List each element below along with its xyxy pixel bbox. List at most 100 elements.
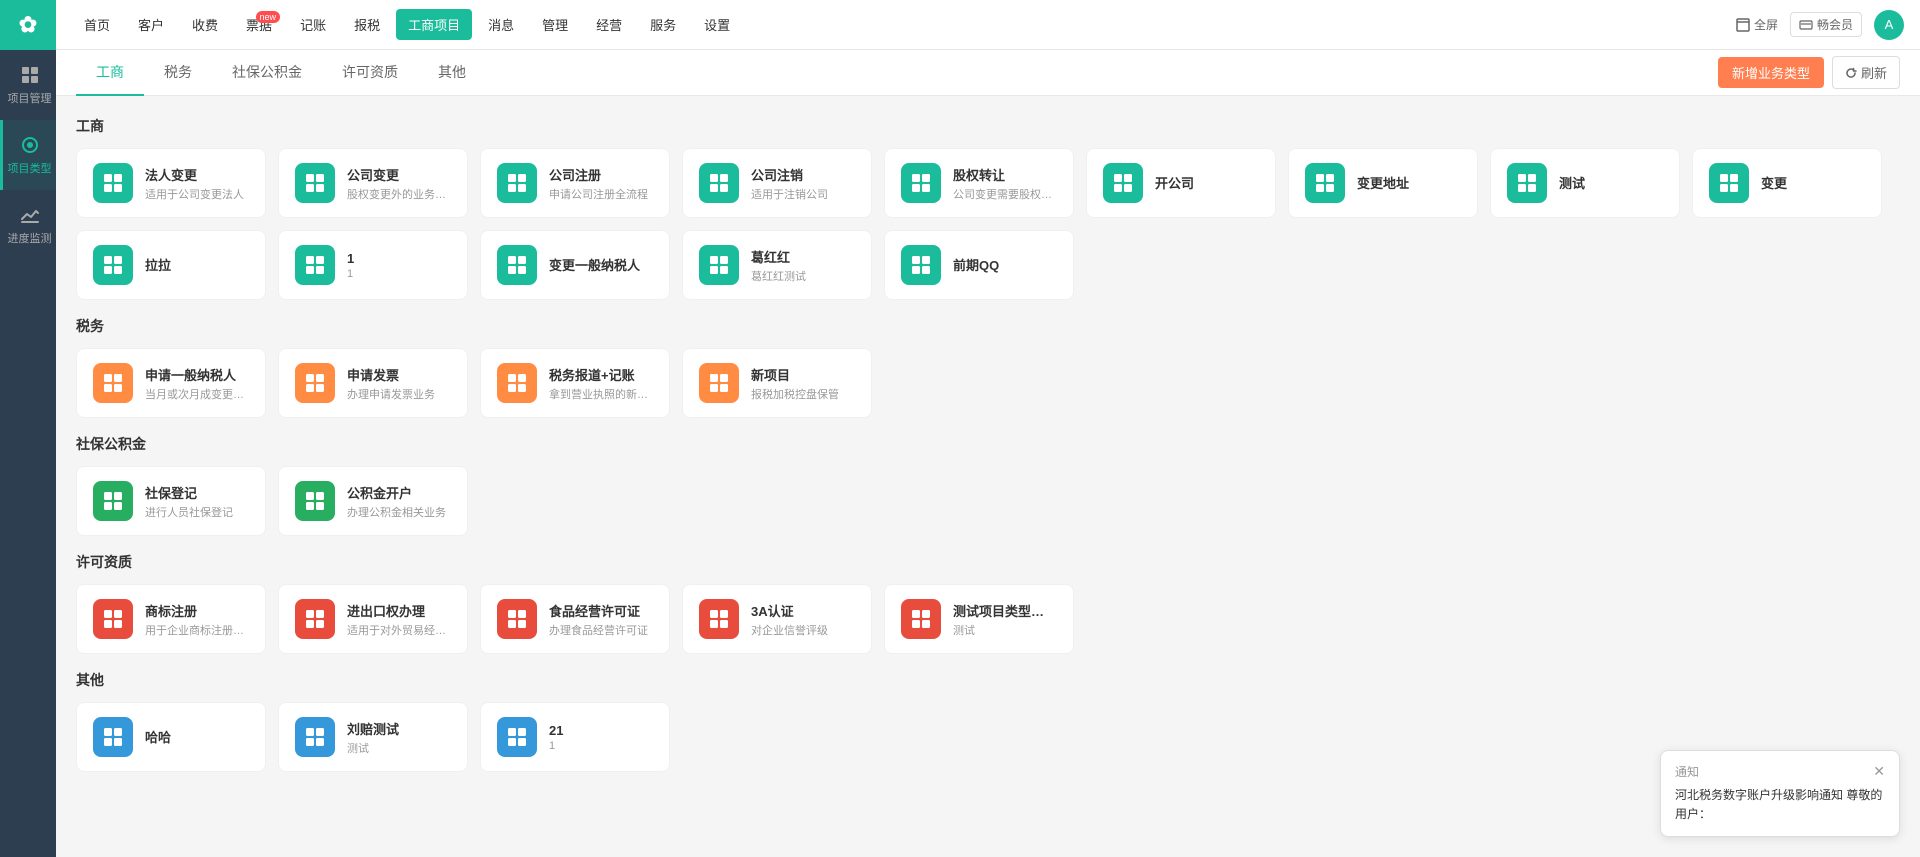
card-info-liupei-ceshi: 刘赔测试测试: [347, 719, 451, 756]
notif-header: 通知 ✕: [1675, 763, 1885, 780]
card-one[interactable]: 11: [278, 230, 468, 300]
card-desc-gongsi-biangeng: 股权变更外的业务变更: [347, 186, 451, 202]
notif-text: 河北税务数字账户升级影响通知 尊敬的用户：: [1675, 786, 1885, 824]
card-biangeng-yiban[interactable]: 变更一般纳税人: [480, 230, 670, 300]
card-shebao-dengji[interactable]: 社保登记进行人员社保登记: [76, 466, 266, 536]
tab-gongshang[interactable]: 工商: [76, 50, 144, 96]
card-qianqi-qq[interactable]: 前期QQ: [884, 230, 1074, 300]
notif-label: 通知: [1675, 763, 1699, 780]
card-info-shipin-jingying: 食品经营许可证办理食品经营许可证: [549, 601, 653, 638]
card-name-gongsi-zhuce: 公司注册: [549, 165, 653, 184]
progress-monitor-icon: [19, 204, 41, 226]
card-shuiwu-baodao[interactable]: 税务报道+记账拿到营业执照的新公司: [480, 348, 670, 418]
card-gongsi-zhuxiao[interactable]: 公司注销适用于注销公司: [682, 148, 872, 218]
card-ceshi-xiangmu[interactable]: 测试项目类型目定义测试: [884, 584, 1074, 654]
notif-close-button[interactable]: ✕: [1873, 763, 1885, 780]
card-liupei-ceshi[interactable]: 刘赔测试测试: [278, 702, 468, 772]
card-info-twentyone: 211: [549, 723, 653, 752]
card-info-biangeng-dizhi: 变更地址: [1357, 173, 1461, 194]
card-biangeng2[interactable]: 变更: [1692, 148, 1882, 218]
notification-bubble: 通知 ✕ 河北税务数字账户升级影响通知 尊敬的用户：: [1660, 750, 1900, 837]
topnav: 首页 客户 收费 票据 new 记账 报税 工商项目 消息 管理 经营 服务 设…: [56, 0, 1920, 50]
sidebar-item-label-project-type: 项目类型: [8, 160, 52, 176]
card-info-gongsi-biangeng: 公司变更股权变更外的业务变更: [347, 165, 451, 202]
card-desc-twentyone: 1: [549, 740, 653, 752]
invoice-badge: new: [256, 11, 281, 23]
vip-button[interactable]: 畅会员: [1790, 12, 1862, 37]
card-gongsi-biangeng[interactable]: 公司变更股权变更外的业务变更: [278, 148, 468, 218]
card-name-twentyone: 21: [549, 723, 653, 738]
card-info-biangeng-yiban: 变更一般纳税人: [549, 255, 653, 276]
section-gongshang: 工商 法人变更适用于公司变更法人 公司变更股权变更外的业务变更 公司注册申请公司…: [76, 116, 1900, 300]
sidebar-item-progress-monitor[interactable]: 进度监测: [0, 190, 56, 260]
card-info-gongjijin-kaihu: 公积金开户办理公积金相关业务: [347, 483, 451, 520]
card-desc-faren-biangeng: 适用于公司变更法人: [145, 186, 249, 202]
tab-shuiwu[interactable]: 税务: [144, 50, 212, 96]
sidebar-item-project-type[interactable]: 项目类型: [0, 120, 56, 190]
card-name-shenqing-fapiao: 申请发票: [347, 365, 451, 384]
refresh-button[interactable]: 刷新: [1832, 56, 1900, 89]
nav-home[interactable]: 首页: [72, 9, 122, 40]
sidebar-item-project-mgmt[interactable]: 项目管理: [0, 50, 56, 120]
nav-invoice[interactable]: 票据 new: [234, 9, 284, 40]
card-kai-gongsi[interactable]: 开公司: [1086, 148, 1276, 218]
card-jinchukouquan[interactable]: 进出口权办理适用于对外贸易经营者: [278, 584, 468, 654]
card-name-shebao-dengji: 社保登记: [145, 483, 249, 502]
nav-manage[interactable]: 管理: [530, 9, 580, 40]
card-shipin-jingying[interactable]: 食品经营许可证办理食品经营许可证: [480, 584, 670, 654]
nav-message[interactable]: 消息: [476, 9, 526, 40]
main-area: 首页 客户 收费 票据 new 记账 报税 工商项目 消息 管理 经营 服务 设…: [56, 0, 1920, 857]
card-twentyone[interactable]: 211: [480, 702, 670, 772]
card-name-lala: 拉拉: [145, 255, 249, 274]
card-biangeng-dizhi[interactable]: 变更地址: [1288, 148, 1478, 218]
card-info-biangeng2: 变更: [1761, 173, 1865, 194]
card-gao-honghong[interactable]: 葛红红葛红红测试: [682, 230, 872, 300]
card-name-gongsi-zhuxiao: 公司注销: [751, 165, 855, 184]
card-icon-gongsi-zhuxiao: [699, 163, 739, 203]
nav-operation[interactable]: 经营: [584, 9, 634, 40]
card-faren-biangeng[interactable]: 法人变更适用于公司变更法人: [76, 148, 266, 218]
card-desc-gongsi-zhuce: 申请公司注册全流程: [549, 186, 653, 202]
nav-bizproject[interactable]: 工商项目: [396, 9, 472, 40]
tab-shebao[interactable]: 社保公积金: [212, 50, 322, 96]
card-name-gongjijin-kaihu: 公积金开户: [347, 483, 451, 502]
card-shenqing-fapiao[interactable]: 申请发票办理申请发票业务: [278, 348, 468, 418]
card-icon-shebao-dengji: [93, 481, 133, 521]
card-ceshi[interactable]: 测试: [1490, 148, 1680, 218]
section-qita: 其他 哈哈 刘赔测试测试 211: [76, 670, 1900, 772]
section-xuke: 许可资质 商标注册用于企业商标注册服务 进出口权办理适用于对外贸易经营者 食品经…: [76, 552, 1900, 654]
card-icon-gongjijin-kaihu: [295, 481, 335, 521]
card-icon-twentyone: [497, 717, 537, 757]
card-3a-renzheng[interactable]: 3A认证对企业信誉评级: [682, 584, 872, 654]
card-icon-gongsi-biangeng: [295, 163, 335, 203]
tab-other[interactable]: 其他: [418, 50, 486, 96]
sidebar-item-label-project-mgmt: 项目管理: [8, 90, 52, 106]
card-haha[interactable]: 哈哈: [76, 702, 266, 772]
nav-service[interactable]: 服务: [638, 9, 688, 40]
card-guquan-zhuanrang[interactable]: 股权转让公司变更需要股权转让: [884, 148, 1074, 218]
card-gongsi-zhuce[interactable]: 公司注册申请公司注册全流程: [480, 148, 670, 218]
card-name-ceshi-xiangmu: 测试项目类型目定义: [953, 601, 1057, 620]
new-type-button[interactable]: 新增业务类型: [1718, 57, 1824, 88]
card-xin-xiangmu[interactable]: 新项目报税加税控盘保管: [682, 348, 872, 418]
card-shangbiao-zhuce[interactable]: 商标注册用于企业商标注册服务: [76, 584, 266, 654]
user-avatar[interactable]: A: [1874, 10, 1904, 40]
card-info-gao-honghong: 葛红红葛红红测试: [751, 247, 855, 284]
card-desc-shuiwu-baodao: 拿到营业执照的新公司: [549, 386, 653, 402]
card-shenqing-yiban[interactable]: 申请一般纳税人当月或次月成变更完成: [76, 348, 266, 418]
content-area: 工商 税务 社保公积金 许可资质 其他 新增业务类型 刷新 工商: [56, 50, 1920, 857]
cards-grid-shebao: 社保登记进行人员社保登记 公积金开户办理公积金相关业务: [76, 466, 1900, 536]
card-desc-ceshi-xiangmu: 测试: [953, 622, 1057, 638]
fullscreen-btn[interactable]: 全屏: [1736, 16, 1778, 33]
card-gongjijin-kaihu[interactable]: 公积金开户办理公积金相关业务: [278, 466, 468, 536]
card-name-guquan-zhuanrang: 股权转让: [953, 165, 1057, 184]
tab-xuke[interactable]: 许可资质: [322, 50, 418, 96]
nav-tax[interactable]: 报税: [342, 9, 392, 40]
nav-settings[interactable]: 设置: [692, 9, 742, 40]
nav-billing[interactable]: 收费: [180, 9, 230, 40]
card-name-biangeng-dizhi: 变更地址: [1357, 173, 1461, 192]
sidebar-logo[interactable]: ✿: [0, 0, 56, 50]
nav-accounting[interactable]: 记账: [288, 9, 338, 40]
card-lala[interactable]: 拉拉: [76, 230, 266, 300]
nav-customer[interactable]: 客户: [126, 9, 176, 40]
